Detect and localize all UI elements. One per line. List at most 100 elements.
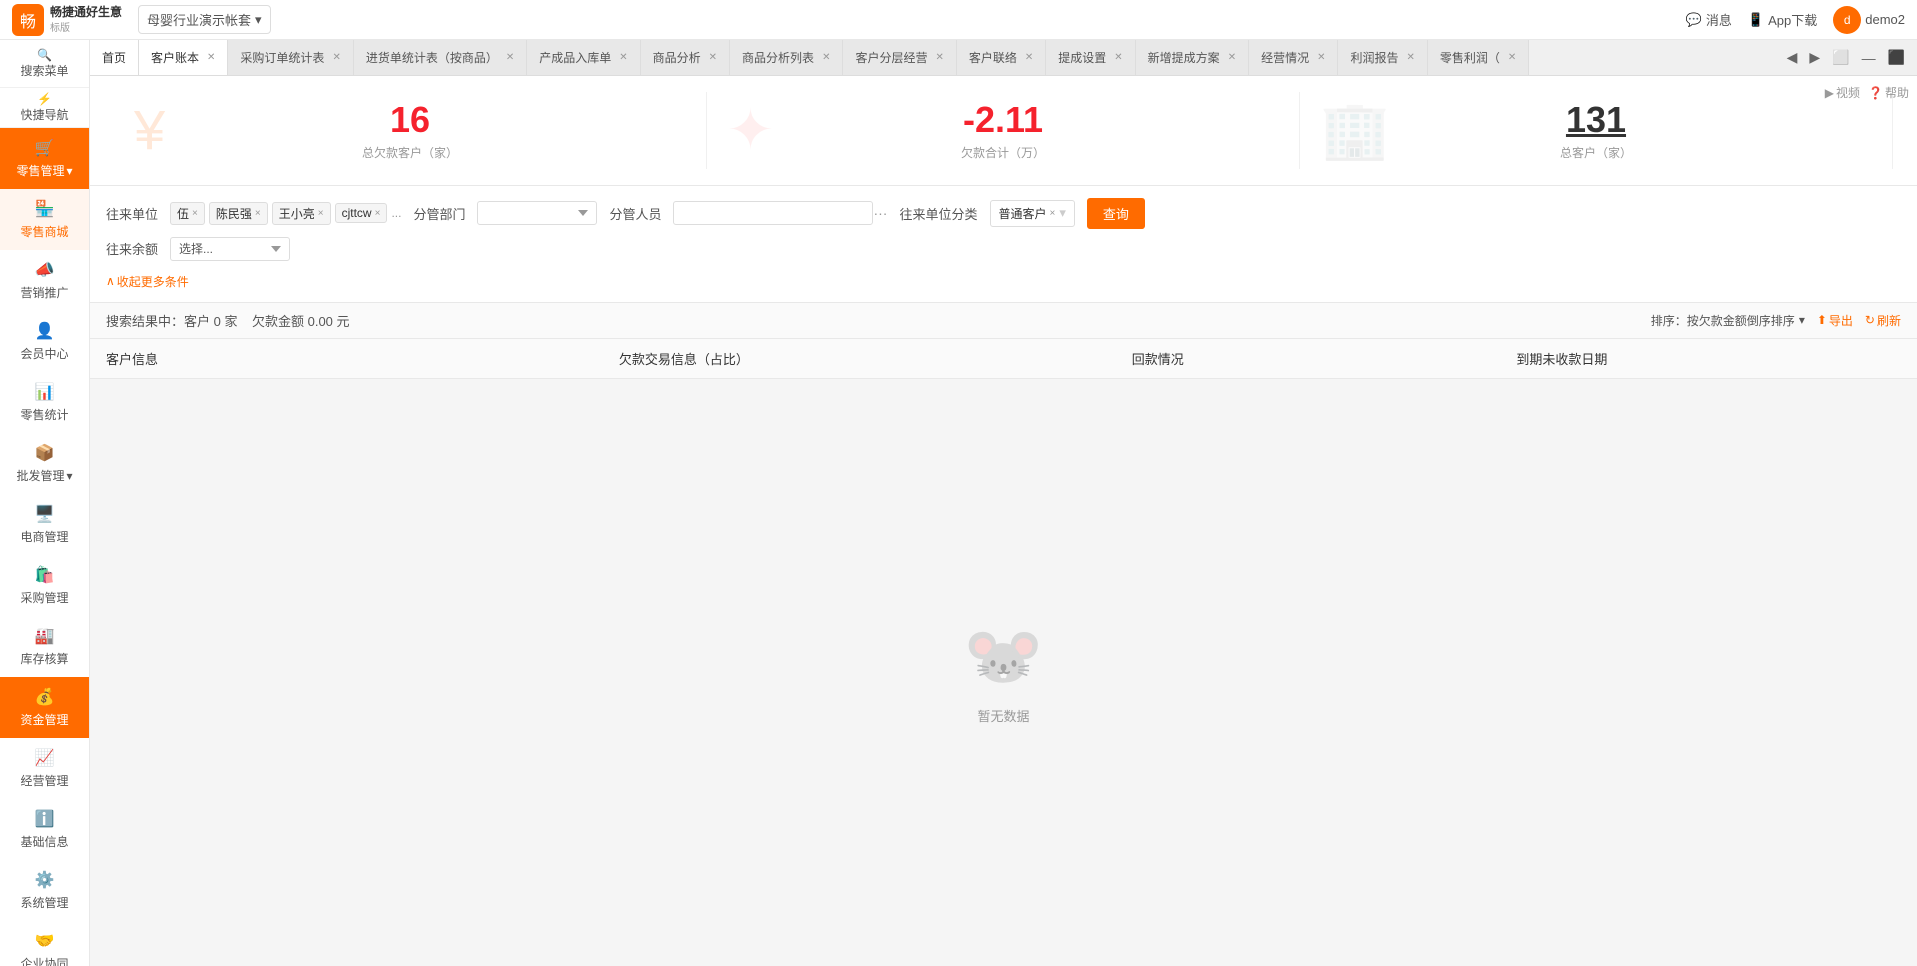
system-icon: ⚙️ bbox=[35, 870, 55, 890]
sidebar-item-ecommerce[interactable]: 🖥️ 电商管理 bbox=[0, 494, 89, 555]
sidebar-item-retail-mgmt[interactable]: 🛒 零售管理 ▾ bbox=[0, 128, 89, 189]
sidebar-item-purchase[interactable]: 🛍️ 采购管理 bbox=[0, 555, 89, 616]
collapse-button[interactable]: ∧ 收起更多条件 bbox=[106, 273, 1901, 290]
tab-customer-accounts[interactable]: 客户账本 ✕ bbox=[139, 40, 228, 76]
debt-value: -2.11 bbox=[963, 100, 1043, 140]
workspace-selector[interactable]: 母婴行业演示帐套 ▾ bbox=[138, 5, 271, 34]
refresh-label: 刷新 bbox=[1877, 312, 1901, 329]
tab-customer-tier-close[interactable]: ✕ bbox=[935, 52, 943, 63]
filter-tag-wu-close[interactable]: × bbox=[192, 208, 198, 219]
tab-purchase-order-stats[interactable]: 采购订单统计表 ✕ bbox=[228, 40, 353, 76]
tab-reminder-settings[interactable]: 提成设置 ✕ bbox=[1046, 40, 1135, 76]
category-tag-label: 普通客户 bbox=[999, 205, 1047, 222]
dept-filter-select[interactable] bbox=[477, 201, 597, 225]
tab-cost-inbound[interactable]: 产成品入库单 ✕ bbox=[527, 40, 640, 76]
tab-retail-profit[interactable]: 零售利润（ ✕ bbox=[1428, 40, 1529, 76]
tab-more[interactable]: ⬜ bbox=[1828, 47, 1853, 68]
table-header-customer-info: 客户信息 bbox=[106, 349, 619, 368]
message-button[interactable]: 💬 消息 bbox=[1686, 10, 1732, 29]
filter-tag-wang-close[interactable]: × bbox=[318, 208, 324, 219]
video-help-btn[interactable]: ▶ 视频 bbox=[1825, 84, 1860, 101]
top-bar-right: 💬 消息 📱 App下载 d demo2 bbox=[1686, 6, 1905, 34]
sidebar-item-basic-info[interactable]: ℹ️ 基础信息 bbox=[0, 799, 89, 860]
tab-minimize[interactable]: — bbox=[1858, 48, 1880, 68]
sidebar-nav-label: 快捷导航 bbox=[20, 108, 68, 122]
sidebar-search-label: 搜索菜单 bbox=[20, 64, 68, 78]
tab-product-analysis-close[interactable]: ✕ bbox=[709, 52, 717, 63]
retail-shop-icon: 🏪 bbox=[35, 199, 55, 219]
tab-business-situation[interactable]: 经营情况 ✕ bbox=[1249, 40, 1338, 76]
user-profile[interactable]: d demo2 bbox=[1833, 6, 1905, 34]
sidebar-item-inventory[interactable]: 🏭 库存核算 bbox=[0, 616, 89, 677]
balance-filter-select[interactable]: 选择... bbox=[170, 237, 290, 261]
sidebar-item-capital[interactable]: 💰 资金管理 bbox=[0, 677, 89, 738]
tab-home[interactable]: 首页 bbox=[90, 40, 139, 76]
tab-inbound-stats[interactable]: 进货单统计表（按商品） ✕ bbox=[354, 40, 527, 76]
sidebar-item-business[interactable]: 📈 经营管理 bbox=[0, 738, 89, 799]
sidebar-item-system[interactable]: ⚙️ 系统管理 bbox=[0, 860, 89, 921]
tab-reminder-settings-close[interactable]: ✕ bbox=[1114, 52, 1122, 63]
tab-scroll-left[interactable]: ◀ bbox=[1783, 47, 1802, 68]
tab-profit-report-close[interactable]: ✕ bbox=[1407, 52, 1415, 63]
tab-customer-accounts-close[interactable]: ✕ bbox=[207, 52, 215, 63]
export-button[interactable]: ⬆ 导出 bbox=[1817, 312, 1853, 329]
person-filter-dots[interactable]: ··· bbox=[873, 205, 887, 221]
sidebar-item-enterprise[interactable]: 🤝 企业协同 bbox=[0, 921, 89, 966]
tab-purchase-order-stats-close[interactable]: ✕ bbox=[332, 52, 340, 63]
sort-selector[interactable]: 排序：按欠款金额倒序排序 ▾ bbox=[1651, 312, 1805, 329]
workspace-chevron-icon: ▾ bbox=[255, 12, 262, 28]
app-download-button[interactable]: 📱 App下载 bbox=[1748, 10, 1817, 29]
refresh-button[interactable]: ↻ 刷新 bbox=[1865, 312, 1901, 329]
tab-product-analysis-list-close[interactable]: ✕ bbox=[822, 52, 830, 63]
filter-tags-more[interactable]: ... bbox=[391, 206, 401, 220]
tab-expand[interactable]: ⬛ bbox=[1884, 47, 1909, 68]
filter-tag-chen-close[interactable]: × bbox=[255, 208, 261, 219]
tab-cost-inbound-close[interactable]: ✕ bbox=[619, 52, 627, 63]
sidebar-search[interactable]: 🔍 搜索菜单 bbox=[0, 40, 89, 88]
filter-tag-cjttcw-close[interactable]: × bbox=[375, 208, 381, 219]
stat-total-customers: 🏢 131 总客户（家） bbox=[1300, 92, 1893, 169]
category-tag-close[interactable]: × bbox=[1050, 208, 1056, 219]
search-icon: 🔍 bbox=[37, 48, 52, 62]
logo-text: 畅捷通好生意 bbox=[50, 5, 122, 19]
sidebar-item-retail-shop[interactable]: 🏪 零售商城 bbox=[0, 189, 89, 250]
tab-product-analysis-list[interactable]: 商品分析列表 ✕ bbox=[730, 40, 843, 76]
sidebar-nav[interactable]: ⚡ 快捷导航 bbox=[0, 88, 89, 128]
tab-home-label: 首页 bbox=[102, 49, 126, 66]
tab-retail-profit-close[interactable]: ✕ bbox=[1508, 52, 1516, 63]
tab-inbound-stats-close[interactable]: ✕ bbox=[506, 52, 514, 63]
sidebar-item-label-basic: 基础信息 bbox=[20, 833, 68, 850]
tab-customer-tier[interactable]: 客户分层经营 ✕ bbox=[843, 40, 956, 76]
query-button[interactable]: 查询 bbox=[1087, 198, 1145, 229]
marketing-icon: 📣 bbox=[35, 260, 55, 280]
tab-customer-contact[interactable]: 客户联络 ✕ bbox=[957, 40, 1046, 76]
person-filter-input[interactable] bbox=[673, 201, 873, 225]
dept-filter-wrap bbox=[477, 201, 597, 225]
enterprise-icon: 🤝 bbox=[35, 931, 55, 951]
tab-scroll-right[interactable]: ▶ bbox=[1805, 47, 1824, 68]
logo-text-block: 畅捷通好生意 标版 bbox=[50, 5, 122, 34]
business-icon: 📈 bbox=[35, 748, 55, 768]
sidebar-item-retail-stats[interactable]: 📊 零售统计 bbox=[0, 372, 89, 433]
stat-debt: ✦ -2.11 欠款合计（万） bbox=[707, 92, 1300, 169]
tab-new-reminder-plan[interactable]: 新增提成方案 ✕ bbox=[1136, 40, 1249, 76]
sidebar-item-member-center[interactable]: 👤 会员中心 bbox=[0, 311, 89, 372]
tab-cost-inbound-label: 产成品入库单 bbox=[539, 49, 611, 66]
sidebar-item-marketing[interactable]: 📣 营销推广 bbox=[0, 250, 89, 311]
tab-product-analysis[interactable]: 商品分析 ✕ bbox=[641, 40, 730, 76]
sidebar-item-label-member: 会员中心 bbox=[20, 345, 68, 362]
help-btn[interactable]: ❓ 帮助 bbox=[1868, 84, 1909, 101]
search-count: 0 bbox=[214, 314, 221, 329]
sidebar-item-batch-mgmt[interactable]: 📦 批发管理 ▾ bbox=[0, 433, 89, 494]
category-tag: 普通客户 × bbox=[999, 205, 1056, 222]
sidebar-item-label-retail-shop: 零售商城 bbox=[20, 223, 68, 240]
nav-icon: ⚡ bbox=[37, 92, 52, 106]
sidebar-item-label-ecommerce: 电商管理 bbox=[20, 528, 68, 545]
tab-customer-contact-close[interactable]: ✕ bbox=[1025, 52, 1033, 63]
export-label: 导出 bbox=[1829, 312, 1853, 329]
category-chevron-icon: ▾ bbox=[1059, 205, 1066, 221]
logo-area: 畅 畅捷通好生意 标版 bbox=[12, 4, 122, 36]
tab-new-reminder-plan-close[interactable]: ✕ bbox=[1228, 52, 1236, 63]
tab-profit-report[interactable]: 利润报告 ✕ bbox=[1338, 40, 1427, 76]
tab-business-situation-close[interactable]: ✕ bbox=[1317, 52, 1325, 63]
